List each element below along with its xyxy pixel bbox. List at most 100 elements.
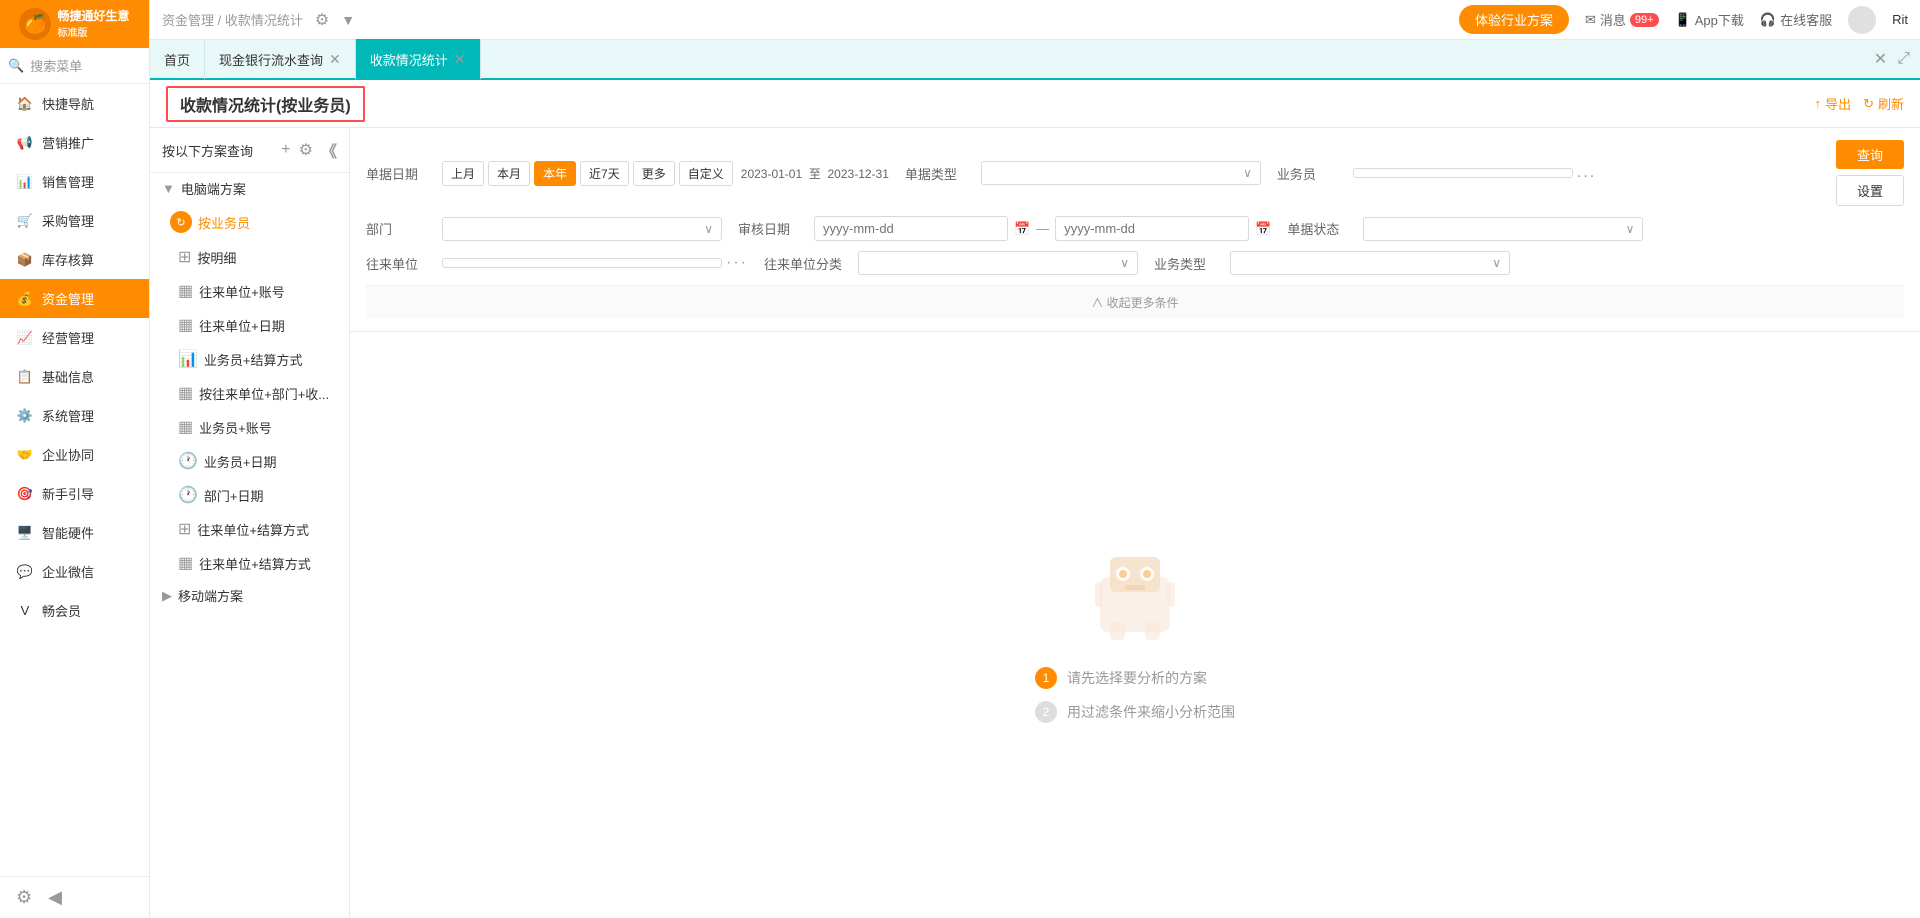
salesperson-label: 业务员: [1277, 164, 1337, 183]
sidebar-item-sales[interactable]: 📊 销售管理: [0, 162, 149, 201]
sidebar-item-guide[interactable]: 🎯 新手引导: [0, 474, 149, 513]
refresh-icon: ↻: [1863, 96, 1874, 112]
tab-close-all-icon[interactable]: ✕: [1874, 49, 1887, 69]
sidebar-item-hardware[interactable]: 🖥️ 智能硬件: [0, 513, 149, 552]
tree-item-label: 业务员+结算方式: [204, 350, 303, 369]
date-btn-7days[interactable]: 近7天: [580, 161, 629, 186]
sidebar-item-label: 销售管理: [42, 172, 94, 191]
user-avatar[interactable]: [1848, 6, 1876, 34]
home-icon: 🏠: [16, 95, 34, 113]
query-button[interactable]: 查询: [1836, 140, 1904, 169]
sidebar-item-operation[interactable]: 📈 经营管理: [0, 318, 149, 357]
empty-state: 1 请先选择要分析的方案 2 用过滤条件来缩小分析范围: [350, 332, 1920, 918]
tree-item-by-salesperson[interactable]: ↻ 按业务员: [150, 204, 349, 240]
trial-button[interactable]: 体验行业方案: [1459, 5, 1569, 34]
nav-service[interactable]: 🎧 在线客服: [1760, 10, 1832, 29]
review-date-from[interactable]: [814, 216, 1008, 241]
tree-item-label: 按业务员: [198, 213, 250, 232]
settings-button[interactable]: 设置: [1836, 175, 1904, 206]
tab-close-receipt-stats[interactable]: ✕: [454, 51, 466, 68]
app-icon: 📱: [1675, 12, 1691, 28]
sidebar-bottom: ⚙ ◀: [0, 876, 149, 918]
tree-group-label2: 移动端方案: [178, 586, 243, 605]
tree-item-label: 往来单位+结算方式: [197, 520, 309, 539]
date-btn-last-month[interactable]: 上月: [442, 161, 484, 186]
review-date-to[interactable]: [1055, 216, 1249, 241]
sidebar-item-inventory[interactable]: 📦 库存核算: [0, 240, 149, 279]
tree-item-partner-account[interactable]: ▦ 往来单位+账号: [150, 274, 349, 308]
add-scheme-button[interactable]: +: [281, 141, 290, 159]
collapse-sidebar-icon[interactable]: ◀: [48, 887, 62, 908]
dept-chevron-icon: ∨: [704, 222, 713, 236]
export-button[interactable]: ↑ 导出: [1815, 94, 1852, 113]
home-tab-label: 首页: [164, 50, 190, 69]
nav-settings-icon[interactable]: ⚙: [315, 10, 329, 30]
nav-dropdown-icon[interactable]: ▼: [341, 12, 355, 28]
tab-expand-icon[interactable]: ⤢: [1897, 50, 1910, 68]
tab-bank-flow[interactable]: 现金银行流水查询 ✕: [205, 39, 356, 79]
tab-receipt-stats[interactable]: 收款情况统计 ✕: [356, 39, 481, 79]
doc-status-select[interactable]: ∨: [1363, 217, 1643, 241]
tree-item-label: 往来单位+结算方式: [199, 554, 311, 573]
scheme-settings-icon[interactable]: ⚙: [299, 140, 313, 160]
tree-item-salesperson-date[interactable]: 🕐 业务员+日期: [150, 444, 349, 478]
salesperson-select[interactable]: [1353, 168, 1573, 178]
collapse-bar[interactable]: ∧ 收起更多条件: [366, 285, 1904, 319]
hardware-icon: 🖥️: [16, 524, 34, 542]
calendar-to-icon[interactable]: 📅: [1255, 221, 1271, 237]
finance-icon: 💰: [16, 290, 34, 308]
sidebar-item-quick-nav[interactable]: 🏠 快捷导航: [0, 84, 149, 123]
refresh-button[interactable]: ↻ 刷新: [1863, 94, 1904, 113]
tree-item-salesperson-account[interactable]: ▦ 业务员+账号: [150, 410, 349, 444]
doc-type-select[interactable]: ∨: [981, 161, 1261, 185]
tree-item-salesperson-settlement[interactable]: 📊 业务员+结算方式: [150, 342, 349, 376]
page-title-box: 收款情况统计(按业务员): [166, 86, 365, 122]
tree-group-mobile[interactable]: ▶ 移动端方案: [150, 580, 349, 611]
table-icon4: ▦: [178, 553, 193, 573]
sidebar-item-wechat[interactable]: 💬 企业微信: [0, 552, 149, 591]
sidebar-item-label: 智能硬件: [42, 523, 94, 542]
service-icon: 🎧: [1760, 12, 1776, 28]
partner-category-label: 往来单位分类: [764, 254, 842, 273]
tab-home[interactable]: 首页: [150, 39, 205, 79]
date-btn-this-year[interactable]: 本年: [534, 161, 576, 186]
sidebar-item-vip[interactable]: V 畅会员: [0, 591, 149, 630]
date-btn-more[interactable]: 更多: [633, 161, 675, 186]
empty-illustration: [1075, 527, 1195, 647]
tree-item-partner-dept[interactable]: ▦ 按往来单位+部门+收...: [150, 376, 349, 410]
salesperson-more-icon[interactable]: ...: [1577, 164, 1596, 182]
sidebar-item-system[interactable]: ⚙️ 系统管理: [0, 396, 149, 435]
doc-status-chevron-icon: ∨: [1626, 222, 1635, 236]
guide-icon: 🎯: [16, 485, 34, 503]
tree-group-desktop[interactable]: ▼ 电脑端方案: [150, 173, 349, 204]
calendar-from-icon[interactable]: 📅: [1014, 221, 1030, 237]
tree-item-partner-settlement2[interactable]: ▦ 往来单位+结算方式: [150, 546, 349, 580]
partner-select[interactable]: [442, 258, 722, 268]
partner-more-icon[interactable]: ···: [726, 254, 748, 272]
dept-select[interactable]: ∨: [442, 217, 722, 241]
settings-bottom-icon[interactable]: ⚙: [16, 887, 32, 908]
user-name: Rit: [1892, 12, 1908, 27]
tree-item-by-detail[interactable]: ⊞ 按明细: [150, 240, 349, 274]
tab-close-bank-flow[interactable]: ✕: [329, 51, 341, 68]
sidebar-item-marketing[interactable]: 📢 营销推广: [0, 123, 149, 162]
breadcrumb: 资金管理 / 收款情况统计: [162, 10, 303, 29]
biz-type-select[interactable]: ∨: [1230, 251, 1510, 275]
sidebar-item-enterprise[interactable]: 🤝 企业协同: [0, 435, 149, 474]
nav-app-download[interactable]: 📱 App下载: [1675, 10, 1744, 29]
tree-item-label: 部门+日期: [204, 486, 264, 505]
sidebar-search[interactable]: 🔍 搜索菜单: [0, 48, 149, 84]
tree-item-dept-date[interactable]: 🕐 部门+日期: [150, 478, 349, 512]
nav-message[interactable]: ✉ 消息 99+: [1585, 10, 1659, 29]
date-btn-this-month[interactable]: 本月: [488, 161, 530, 186]
tree-item-partner-date[interactable]: ▦ 往来单位+日期: [150, 308, 349, 342]
message-label: 消息: [1600, 10, 1626, 29]
collapse-panel-icon[interactable]: 《: [321, 138, 337, 162]
sidebar-item-purchase[interactable]: 🛒 采购管理: [0, 201, 149, 240]
date-btn-custom[interactable]: 自定义: [679, 161, 733, 186]
tree-item-partner-settlement1[interactable]: ⊞ 往来单位+结算方式: [150, 512, 349, 546]
partner-category-select[interactable]: ∨: [858, 251, 1138, 275]
sidebar-item-finance[interactable]: 💰 资金管理: [0, 279, 149, 318]
sidebar-item-basic[interactable]: 📋 基础信息: [0, 357, 149, 396]
tab-bar: 首页 现金银行流水查询 ✕ 收款情况统计 ✕ ✕ ⤢: [150, 40, 1920, 80]
